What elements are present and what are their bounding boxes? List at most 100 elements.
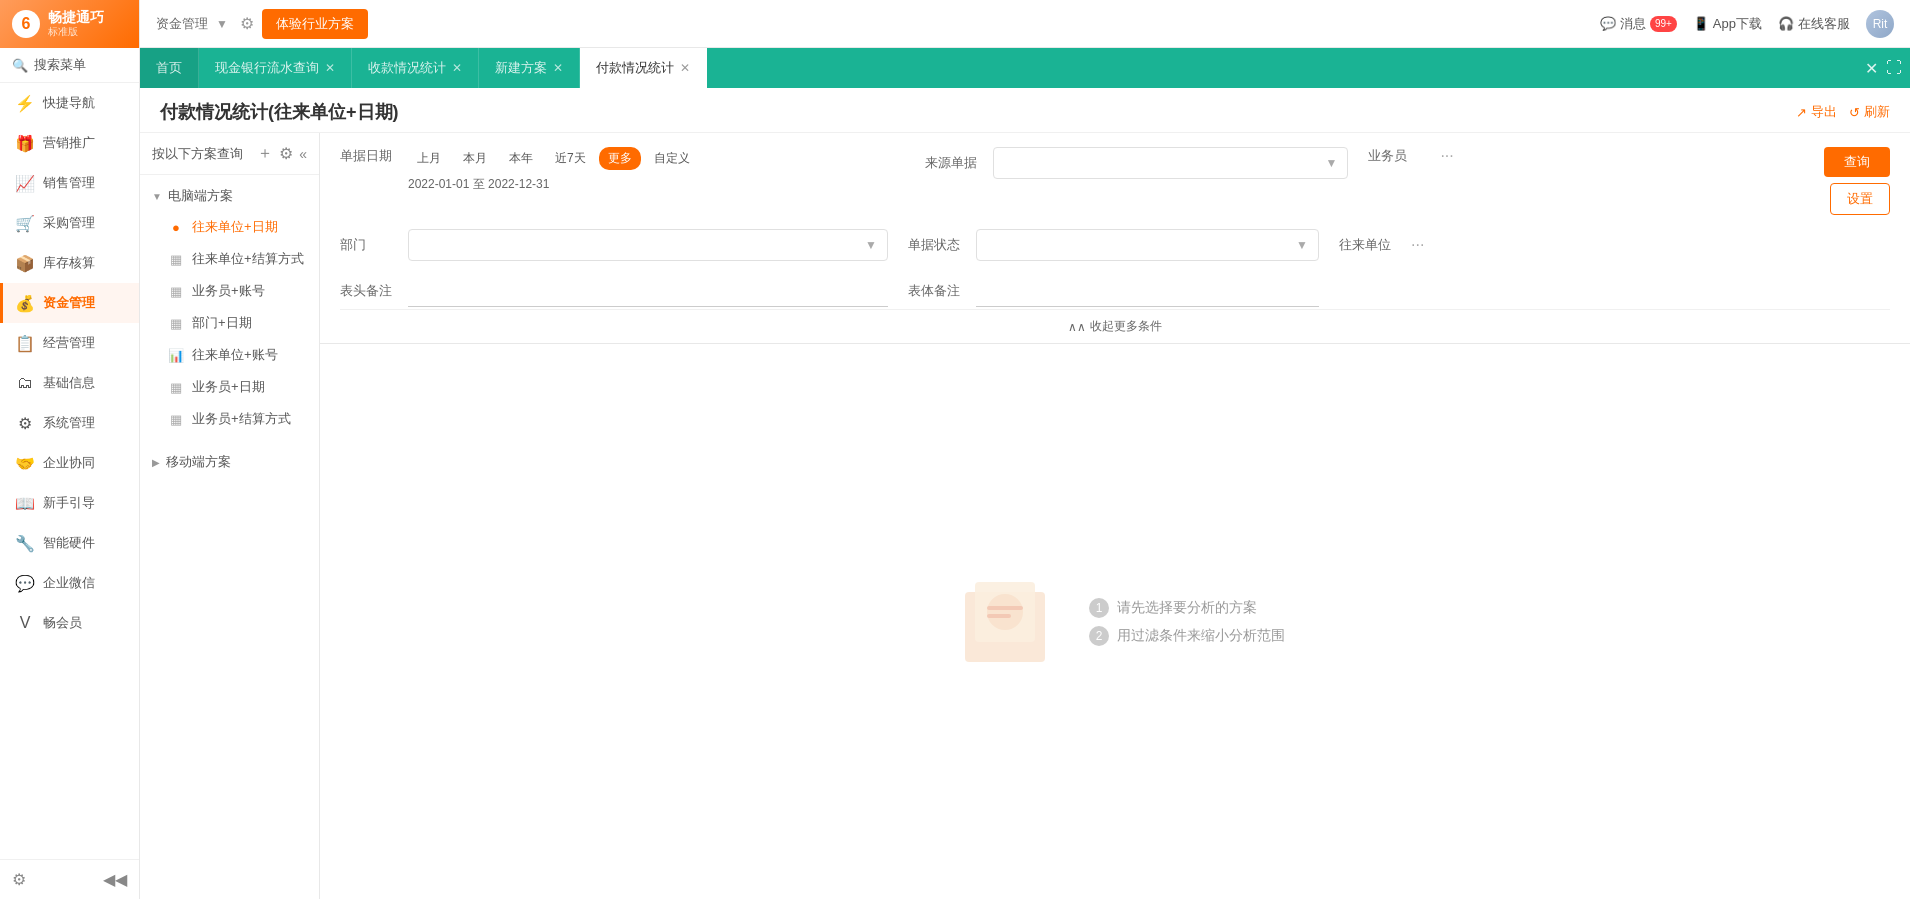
quick-nav-icon: ⚡	[15, 93, 35, 113]
tab-expand-icon[interactable]: ⛶	[1886, 59, 1902, 77]
tab-new-plan[interactable]: 新建方案 ✕	[479, 48, 580, 88]
tab-bank-flow-close[interactable]: ✕	[325, 62, 335, 74]
refresh-btn[interactable]: ↺ 刷新	[1849, 103, 1890, 121]
mobile-scheme-group: ▶ 移动端方案	[140, 441, 319, 483]
sidebar-item-quick-nav[interactable]: ⚡ 快捷导航	[0, 83, 139, 123]
sidebar-item-vip[interactable]: V 畅会员	[0, 603, 139, 643]
tab-bar: 首页 现金银行流水查询 ✕ 收款情况统计 ✕ 新建方案 ✕ 付款情况统计 ✕ ✕…	[140, 48, 1910, 88]
add-scheme-btn[interactable]: ＋	[257, 143, 273, 164]
sidebar-item-funds[interactable]: 💰 资金管理	[0, 283, 139, 323]
system-icon: ⚙	[15, 413, 35, 433]
export-icon: ↗	[1796, 105, 1807, 120]
staff-dots-btn[interactable]: ···	[1436, 147, 1457, 165]
source-field[interactable]: ▼	[993, 147, 1349, 179]
collapse-sidebar-icon[interactable]: ◀◀	[103, 870, 127, 889]
breadcrumb-dropdown-icon[interactable]: ▼	[216, 17, 228, 31]
dept-field[interactable]: ▼	[408, 229, 888, 261]
topbar-right: 💬 消息 99+ 📱 App下载 🎧 在线客服 Rit	[1600, 10, 1894, 38]
message-icon: 💬	[1600, 16, 1616, 31]
sidebar-search[interactable]: 🔍 搜索菜单	[0, 48, 139, 83]
unit-dots-btn[interactable]: ···	[1407, 236, 1428, 254]
scheme-unit-settle-icon: ▦	[168, 251, 184, 267]
sidebar-item-guide[interactable]: 📖 新手引导	[0, 483, 139, 523]
headset-icon: 🎧	[1778, 16, 1794, 31]
app-download-btn[interactable]: 📱 App下载	[1693, 15, 1762, 33]
scheme-unit-date-icon: ●	[168, 219, 184, 235]
funds-icon: 💰	[15, 293, 35, 313]
tab-bank-flow[interactable]: 现金银行流水查询 ✕	[199, 48, 352, 88]
scheme-staff-settle[interactable]: ▦ 业务员+结算方式	[140, 403, 319, 435]
collapse-left-panel-icon[interactable]: «	[299, 146, 307, 162]
sidebar-item-collab[interactable]: 🤝 企业协同	[0, 443, 139, 483]
basic-icon: 🗂	[15, 373, 35, 393]
custom-date-btn[interactable]: 自定义	[645, 147, 699, 170]
this-year-btn[interactable]: 本年	[500, 147, 542, 170]
tab-payment-close[interactable]: ✕	[680, 62, 690, 74]
date-buttons: 上月 本月 本年 近7天 更多 自定义	[408, 147, 699, 170]
messages-btn[interactable]: 💬 消息 99+	[1600, 15, 1677, 33]
sidebar-logo: 6 畅捷通巧 标准版	[0, 0, 139, 48]
sidebar-nav: ⚡ 快捷导航 🎁 营销推广 📈 销售管理 🛒 采购管理 📦 库存核算 💰 资金管…	[0, 83, 139, 859]
ops-icon: 📋	[15, 333, 35, 353]
guide-icon: 📖	[15, 493, 35, 513]
settings-bottom-icon[interactable]: ⚙	[12, 870, 26, 889]
sidebar-item-purchase[interactable]: 🛒 采购管理	[0, 203, 139, 243]
scheme-unit-account[interactable]: 📊 往来单位+账号	[140, 339, 319, 371]
tab-collection[interactable]: 收款情况统计 ✕	[352, 48, 479, 88]
last-month-btn[interactable]: 上月	[408, 147, 450, 170]
tab-new-plan-close[interactable]: ✕	[553, 62, 563, 74]
this-month-btn[interactable]: 本月	[454, 147, 496, 170]
trial-btn[interactable]: 体验行业方案	[262, 9, 368, 39]
sidebar-item-basic[interactable]: 🗂 基础信息	[0, 363, 139, 403]
scheme-dept-date[interactable]: ▦ 部门+日期	[140, 307, 319, 339]
collapse-icon: ∧∧	[1068, 320, 1086, 334]
sidebar-bottom: ⚙ ◀◀	[0, 859, 139, 899]
pc-scheme-group-header[interactable]: ▼ 电脑端方案	[140, 181, 319, 211]
query-btn[interactable]: 查询	[1824, 147, 1890, 177]
content-area: 按以下方案查询 ＋ ⚙ « ▼ 电脑端方案 ● 往来单位+日期 ▦	[140, 133, 1910, 899]
marketing-icon: 🎁	[15, 133, 35, 153]
header-note-input[interactable]	[408, 275, 888, 307]
topbar-left: 资金管理 ▼ ⚙ 体验行业方案	[156, 9, 1588, 39]
inventory-icon: 📦	[15, 253, 35, 273]
tab-close-all-icon[interactable]: ✕	[1865, 59, 1878, 78]
scheme-settings-icon[interactable]: ⚙	[279, 144, 293, 163]
setting-btn[interactable]: 设置	[1830, 183, 1890, 215]
sidebar-item-marketing[interactable]: 🎁 营销推广	[0, 123, 139, 163]
tab-payment[interactable]: 付款情况统计 ✕	[580, 48, 707, 88]
scheme-staff-date[interactable]: ▦ 业务员+日期	[140, 371, 319, 403]
sidebar-item-system[interactable]: ⚙ 系统管理	[0, 403, 139, 443]
sidebar-item-hardware[interactable]: 🔧 智能硬件	[0, 523, 139, 563]
date-filter-label: 单据日期	[340, 147, 400, 165]
topbar-gear-icon[interactable]: ⚙	[240, 14, 254, 33]
mobile-group-arrow-icon: ▶	[152, 457, 160, 468]
search-icon: 🔍	[12, 58, 28, 73]
left-panel: 按以下方案查询 ＋ ⚙ « ▼ 电脑端方案 ● 往来单位+日期 ▦	[140, 133, 320, 899]
online-service-btn[interactable]: 🎧 在线客服	[1778, 15, 1850, 33]
collapse-filter-btn[interactable]: ∧∧ 收起更多条件	[340, 309, 1890, 343]
body-note-label: 表体备注	[908, 282, 968, 300]
sidebar-item-wechat[interactable]: 💬 企业微信	[0, 563, 139, 603]
tab-collection-close[interactable]: ✕	[452, 62, 462, 74]
scheme-unit-date[interactable]: ● 往来单位+日期	[140, 211, 319, 243]
last-7days-btn[interactable]: 近7天	[546, 147, 595, 170]
more-dates-btn[interactable]: 更多	[599, 147, 641, 170]
query-area: 查询 设置	[1824, 147, 1890, 215]
sidebar-item-sales[interactable]: 📈 销售管理	[0, 163, 139, 203]
mobile-scheme-group-header[interactable]: ▶ 移动端方案	[140, 447, 319, 477]
refresh-icon: ↺	[1849, 105, 1860, 120]
source-filter-label: 来源单据	[925, 154, 985, 172]
source-dropdown-icon: ▼	[1326, 156, 1338, 170]
collab-icon: 🤝	[15, 453, 35, 473]
export-btn[interactable]: ↗ 导出	[1796, 103, 1837, 121]
dept-filter-label: 部门	[340, 236, 400, 254]
sidebar-item-inventory[interactable]: 📦 库存核算	[0, 243, 139, 283]
doc-status-field[interactable]: ▼	[976, 229, 1319, 261]
scheme-staff-account[interactable]: ▦ 业务员+账号	[140, 275, 319, 307]
scheme-unit-settle[interactable]: ▦ 往来单位+结算方式	[140, 243, 319, 275]
body-note-input[interactable]	[976, 275, 1319, 307]
purchase-icon: 🛒	[15, 213, 35, 233]
tab-home[interactable]: 首页	[140, 48, 199, 88]
user-avatar[interactable]: Rit	[1866, 10, 1894, 38]
sidebar-item-ops[interactable]: 📋 经营管理	[0, 323, 139, 363]
